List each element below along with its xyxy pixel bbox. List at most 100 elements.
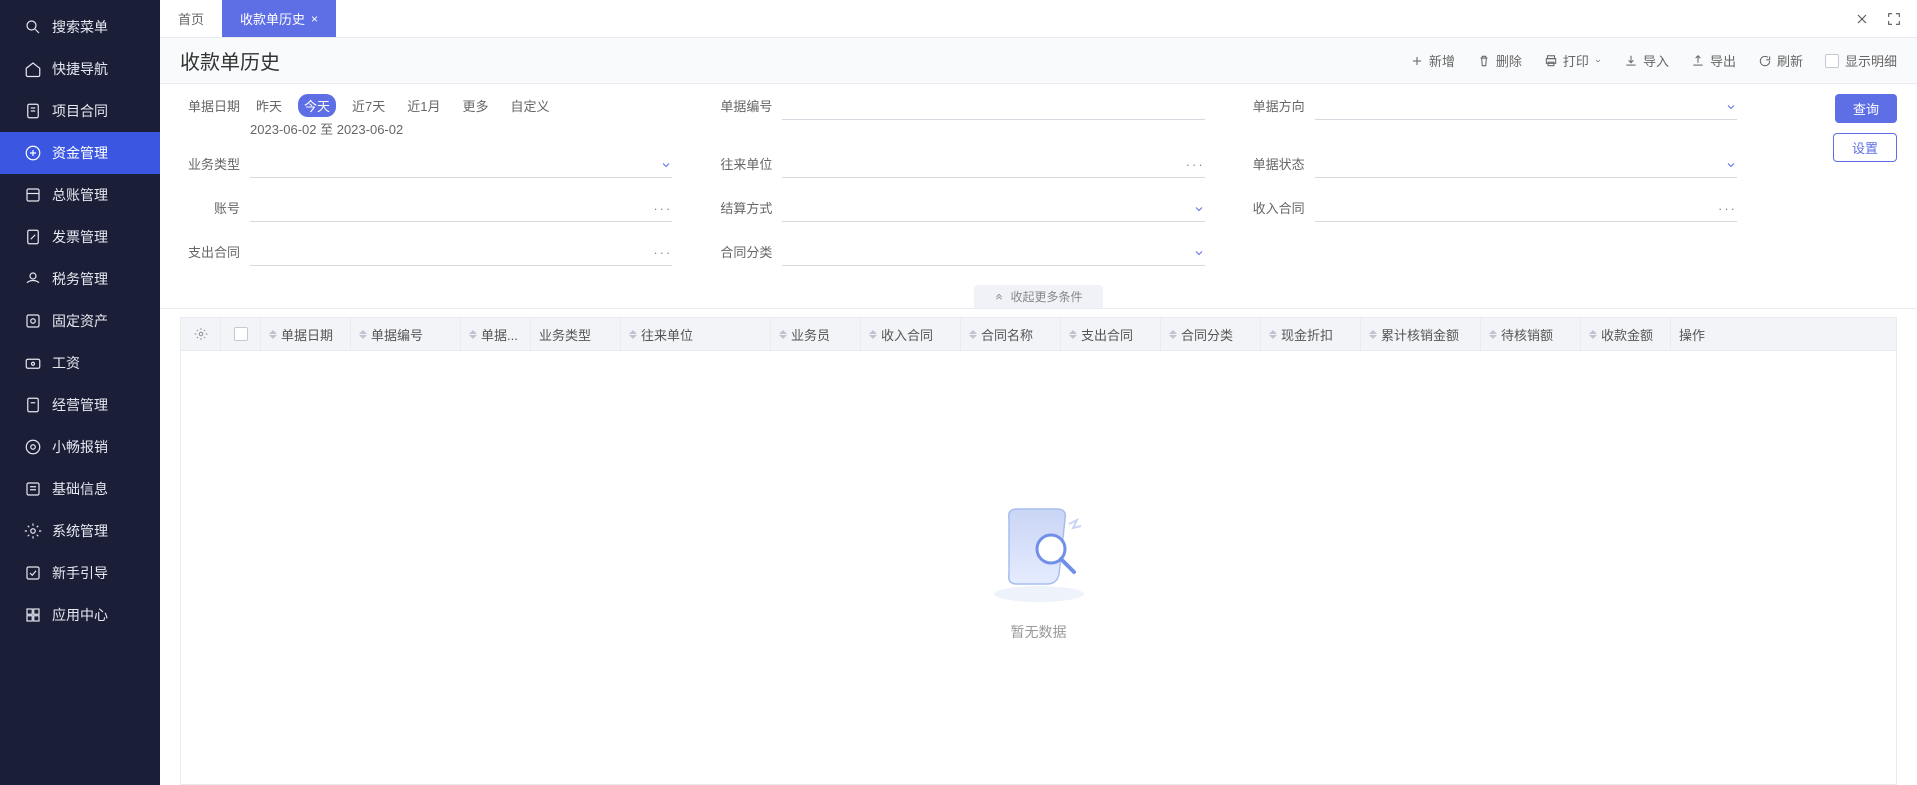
delete-button[interactable]: 删除 [1477,51,1522,70]
table-header: 单据日期 单据编号 单据... 业务类型 往来单位 业务员 收入合同 合同名称 … [180,317,1897,351]
th-expend-contract[interactable]: 支出合同 [1061,318,1161,350]
search-icon [24,18,42,36]
filter-doc-no: 单据编号 [712,94,1204,138]
th-cumulative-writeoff[interactable]: 累计核销金额 [1361,318,1481,350]
biz-type-select[interactable] [250,152,672,178]
sidebar-item-label: 小畅报销 [52,437,108,457]
th-pending-writeoff[interactable]: 待核销额 [1481,318,1581,350]
th-salesperson[interactable]: 业务员 [771,318,861,350]
operation-icon [24,396,42,414]
salary-icon [24,354,42,372]
collapse-filters-button[interactable]: 收起更多条件 [974,285,1102,308]
chevron-down-icon [1725,159,1737,171]
sidebar-item-reimburse[interactable]: 小畅报销 [0,426,160,468]
th-partner[interactable]: 往来单位 [621,318,771,350]
sidebar-item-system[interactable]: 系统管理 [0,510,160,552]
doc-no-input[interactable] [782,94,1204,120]
sidebar-item-quicknav[interactable]: 快捷导航 [0,48,160,90]
sidebar-item-project-contract[interactable]: 项目合同 [0,90,160,132]
column-settings-button[interactable] [181,318,221,350]
funds-icon [24,144,42,162]
reimburse-icon [24,438,42,456]
date-opt-7days[interactable]: 近7天 [346,94,391,117]
status-select[interactable] [1315,152,1737,178]
filters-panel: 单据日期 昨天 今天 近7天 近1月 更多 自定义 2023-06-02 至 2… [160,84,1917,309]
sidebar-item-label: 工资 [52,353,80,373]
export-button[interactable]: 导出 [1691,51,1736,70]
date-opt-more[interactable]: 更多 [457,94,495,117]
th-doc-no[interactable]: 单据编号 [351,318,461,350]
sidebar-item-label: 经营管理 [52,395,108,415]
empty-icon [979,494,1099,604]
close-all-icon[interactable] [1853,10,1871,28]
main: 首页 收款单历史 × 收款单历史 新增 删除 [160,0,1917,785]
document-icon [24,102,42,120]
show-detail-checkbox[interactable]: 显示明细 [1825,51,1897,70]
th-cash-discount[interactable]: 现金折扣 [1261,318,1361,350]
filter-contract-cat: 合同分类 [712,240,1204,270]
sidebar-item-salary[interactable]: 工资 [0,342,160,384]
direction-select[interactable] [1315,94,1737,120]
partner-input[interactable]: ··· [782,152,1204,178]
sidebar-item-tax[interactable]: 税务管理 [0,258,160,300]
th-income-contract[interactable]: 收入合同 [861,318,961,350]
sidebar-item-baseinfo[interactable]: 基础信息 [0,468,160,510]
sidebar-item-ledger[interactable]: 总账管理 [0,174,160,216]
more-icon[interactable]: ··· [653,245,672,260]
close-icon[interactable]: × [311,12,318,26]
date-opt-today[interactable]: 今天 [298,94,336,117]
tab-receipt-history[interactable]: 收款单历史 × [222,0,336,37]
sidebar-item-fixed-assets[interactable]: 固定资产 [0,300,160,342]
sidebar-item-funds[interactable]: 资金管理 [0,132,160,174]
gear-icon [24,522,42,540]
more-icon[interactable]: ··· [1186,157,1205,172]
sidebar-item-label: 基础信息 [52,479,108,499]
select-all-checkbox[interactable] [221,318,261,350]
invoice-icon [24,228,42,246]
fullscreen-icon[interactable] [1885,10,1903,28]
query-button[interactable]: 查询 [1835,94,1897,123]
settle-select[interactable] [782,196,1204,222]
th-doc-more[interactable]: 单据... [461,318,531,350]
sidebar-item-search[interactable]: 搜索菜单 [0,6,160,48]
config-button[interactable]: 设置 [1833,133,1897,162]
more-icon[interactable]: ··· [1718,201,1737,216]
print-button[interactable]: 打印 [1544,51,1602,70]
sidebar-item-label: 总账管理 [52,185,108,205]
sidebar-item-label: 系统管理 [52,521,108,541]
filter-date: 单据日期 昨天 今天 近7天 近1月 更多 自定义 2023-06-02 至 2… [180,94,672,138]
contract-cat-select[interactable] [782,240,1204,266]
sidebar-item-apps[interactable]: 应用中心 [0,594,160,636]
sidebar-item-guide[interactable]: 新手引导 [0,552,160,594]
filter-status: 单据状态 [1245,152,1737,182]
filter-expend-contract: 支出合同 ··· [180,240,672,270]
date-range-text: 2023-06-02 至 2023-06-02 [250,119,672,138]
sidebar-item-invoice[interactable]: 发票管理 [0,216,160,258]
th-contract-name[interactable]: 合同名称 [961,318,1061,350]
more-icon[interactable]: ··· [653,201,672,216]
date-opt-1month[interactable]: 近1月 [401,94,446,117]
sidebar-item-label: 搜索菜单 [52,17,108,37]
ledger-icon [24,186,42,204]
tab-label: 收款单历史 [240,9,305,28]
th-receipt-amount[interactable]: 收款金额 [1581,318,1671,350]
checkbox-icon[interactable] [1825,54,1839,68]
empty-state: 暂无数据 [979,494,1099,642]
tab-home[interactable]: 首页 [160,0,222,37]
sidebar-item-operation[interactable]: 经营管理 [0,384,160,426]
sidebar-item-label: 固定资产 [52,311,108,331]
date-opt-custom[interactable]: 自定义 [505,94,556,117]
date-opt-yesterday[interactable]: 昨天 [250,94,288,117]
assets-icon [24,312,42,330]
refresh-button[interactable]: 刷新 [1758,51,1803,70]
expend-contract-input[interactable]: ··· [250,240,672,266]
info-icon [24,480,42,498]
account-input[interactable]: ··· [250,196,672,222]
sidebar-item-label: 发票管理 [52,227,108,247]
add-button[interactable]: 新增 [1410,51,1455,70]
income-contract-input[interactable]: ··· [1315,196,1737,222]
th-biz-type[interactable]: 业务类型 [531,318,621,350]
import-button[interactable]: 导入 [1624,51,1669,70]
th-doc-date[interactable]: 单据日期 [261,318,351,350]
th-contract-cat[interactable]: 合同分类 [1161,318,1261,350]
